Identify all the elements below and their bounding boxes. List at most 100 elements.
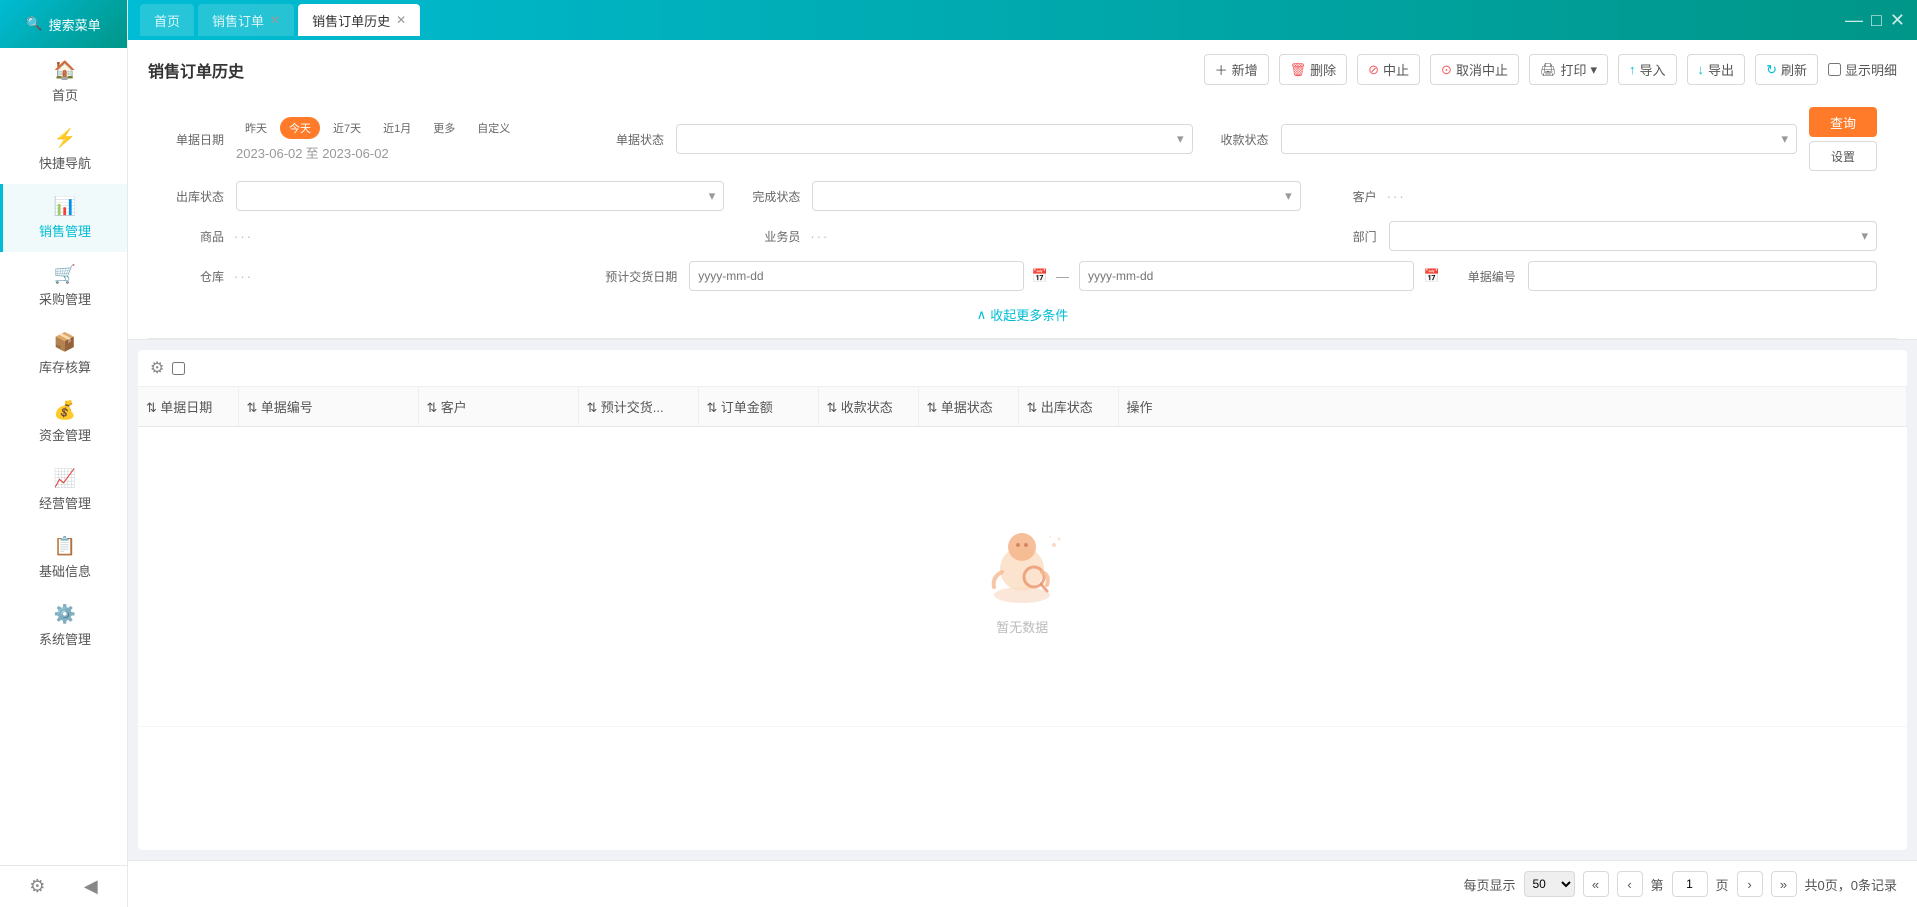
import-button[interactable]: ↑ 导入 (1618, 54, 1677, 85)
goods-selector[interactable]: ··· (230, 229, 257, 244)
new-icon: ＋ (1215, 60, 1228, 79)
tab-sales-order-history[interactable]: 销售订单历史 ✕ (298, 4, 420, 36)
tab-home[interactable]: 首页 (140, 4, 194, 36)
select-all-checkbox[interactable] (172, 362, 185, 375)
sort-bill-icon[interactable]: ⇅ (927, 400, 938, 415)
calendar-from-icon[interactable]: 📅 (1032, 268, 1048, 284)
first-page-button[interactable]: « (1583, 871, 1609, 897)
tab-home-label: 首页 (154, 11, 180, 30)
sort-payment-icon[interactable]: ⇅ (827, 400, 838, 415)
sidebar-item-finance[interactable]: 💰 资金管理 (0, 388, 127, 456)
display-toggle-label: 显示明细 (1845, 60, 1897, 79)
system-icon: ⚙️ (54, 604, 76, 625)
sidebar-item-basic-info-label: 基础信息 (39, 561, 91, 580)
calendar-to-icon[interactable]: 📅 (1424, 268, 1440, 284)
out-status-select[interactable]: ▾ (236, 181, 724, 211)
filter-payment-status: 收款状态 ▾ (1213, 124, 1798, 154)
print-button[interactable]: 🖨 打印 ▾ (1529, 54, 1608, 85)
sort-icon[interactable]: ⇅ (146, 400, 157, 415)
sidebar-item-system[interactable]: ⚙️ 系统管理 (0, 592, 127, 660)
filter-warehouse: 仓库 ··· (168, 268, 585, 285)
goods-label: 商品 (168, 228, 224, 245)
next-page-button[interactable]: › (1737, 871, 1763, 897)
col-amount: ⇅ 订单金额 (698, 387, 818, 427)
warehouse-selector[interactable]: ··· (230, 269, 257, 284)
query-button[interactable]: 查询 (1809, 107, 1877, 137)
sidebar-item-basic-info[interactable]: 📋 基础信息 (0, 524, 127, 592)
payment-status-label: 收款状态 (1213, 131, 1269, 148)
shortcut-7days[interactable]: 近7天 (324, 117, 370, 139)
table-settings-icon[interactable]: ⚙ (150, 358, 164, 378)
bill-status-select[interactable]: ▾ (676, 124, 1193, 154)
sort-amount-icon[interactable]: ⇅ (707, 400, 718, 415)
prev-page-button[interactable]: ‹ (1617, 871, 1643, 897)
settings-filter-button[interactable]: 设置 (1809, 141, 1877, 171)
complete-status-select[interactable]: ▾ (812, 181, 1300, 211)
customer-selector[interactable]: ··· (1383, 189, 1410, 204)
sidebar-item-home[interactable]: 🏠 首页 (0, 48, 127, 116)
sidebar-item-purchase[interactable]: 🛒 采购管理 (0, 252, 127, 320)
import-label: 导入 (1640, 60, 1666, 79)
refresh-button[interactable]: ↻ 刷新 (1755, 54, 1818, 85)
shortcut-yesterday[interactable]: 昨天 (236, 117, 276, 139)
department-select[interactable]: ▾ (1389, 221, 1877, 251)
sort-customer-icon[interactable]: ⇅ (427, 400, 438, 415)
shortcut-today[interactable]: 今天 (280, 117, 320, 139)
col-out-status: ⇅ 出库状态 (1018, 387, 1118, 427)
delivery-date-from[interactable] (689, 261, 1024, 291)
window-min-icon[interactable]: — (1845, 10, 1863, 31)
collapse-label: 收起更多条件 (990, 305, 1068, 324)
sort-out-icon[interactable]: ⇅ (1027, 400, 1038, 415)
shortcut-1month[interactable]: 近1月 (374, 117, 420, 139)
last-page-button[interactable]: » (1771, 871, 1797, 897)
main-area: 首页 销售订单 ✕ 销售订单历史 ✕ — □ ✕ 销售订单历史 ＋ 新增 (128, 0, 1917, 907)
tab-sales-order-history-close[interactable]: ✕ (396, 13, 406, 27)
content-area: 销售订单历史 ＋ 新增 🗑 删除 ⊘ 中止 ⊙ (128, 40, 1917, 907)
bill-number-input[interactable] (1528, 261, 1877, 291)
col-number: ⇅ 单据编号 (238, 387, 418, 427)
export-button[interactable]: ↓ 导出 (1687, 54, 1746, 85)
sidebar-item-quick-nav[interactable]: ⚡ 快捷导航 (0, 116, 127, 184)
shortcut-more[interactable]: 更多 (424, 117, 464, 139)
sort-delivery-icon[interactable]: ⇅ (587, 400, 598, 415)
col-delivery: ⇅ 预计交货... (578, 387, 698, 427)
new-button[interactable]: ＋ 新增 (1204, 54, 1269, 85)
delete-button[interactable]: 🗑 删除 (1279, 54, 1348, 85)
search-menu-button[interactable]: 🔍 搜索菜单 (0, 0, 127, 48)
sidebar-item-operations[interactable]: 📈 经营管理 (0, 456, 127, 524)
filter-row-1: 单据日期 昨天 今天 近7天 近1月 更多 自定义 2023 (168, 107, 1877, 171)
date-range-text: 2023-06-02 至 2023-06-02 (236, 143, 519, 162)
operations-icon: 📈 (54, 468, 76, 489)
shortcut-custom[interactable]: 自定义 (468, 117, 519, 139)
page-size-label: 每页显示 (1463, 875, 1515, 894)
collapse-filter-button[interactable]: ∧ 收起更多条件 (168, 301, 1877, 328)
search-icon: 🔍 (26, 16, 42, 32)
display-toggle-checkbox[interactable] (1828, 63, 1841, 76)
filter-delivery-date: 预计交货日期 📅 — 📅 (605, 261, 1440, 291)
delivery-date-to[interactable] (1079, 261, 1414, 291)
salesperson-selector[interactable]: ··· (806, 229, 833, 244)
settings-bottom-icon[interactable]: ⚙ (29, 876, 45, 897)
col-customer: ⇅ 客户 (418, 387, 578, 427)
empty-state-cell: 暂无数据 (138, 427, 1907, 727)
tab-sales-order-close[interactable]: ✕ (270, 13, 280, 27)
sort-number-icon[interactable]: ⇅ (247, 400, 258, 415)
sidebar-item-sales[interactable]: 📊 销售管理 (0, 184, 127, 252)
sidebar-item-home-label: 首页 (52, 85, 78, 104)
bill-status-label: 单据状态 (608, 131, 664, 148)
stop-button[interactable]: ⊘ 中止 (1357, 54, 1420, 85)
sidebar-item-finance-label: 资金管理 (39, 425, 91, 444)
table-toolbar: ⚙ (138, 350, 1907, 387)
collapse-sidebar-icon[interactable]: ◀ (84, 876, 98, 897)
tab-sales-order[interactable]: 销售订单 ✕ (198, 4, 294, 36)
payment-status-select[interactable]: ▾ (1281, 124, 1798, 154)
payment-status-chevron: ▾ (1781, 131, 1788, 147)
window-close-icon[interactable]: ✕ (1890, 10, 1905, 31)
window-max-icon[interactable]: □ (1871, 10, 1882, 31)
page-size-select[interactable]: 10 20 50 100 (1524, 871, 1575, 897)
page-number-input[interactable] (1672, 871, 1708, 897)
cancel-stop-button[interactable]: ⊙ 取消中止 (1430, 54, 1519, 85)
cancel-stop-icon: ⊙ (1441, 62, 1452, 78)
display-toggle[interactable]: 显示明细 (1828, 60, 1897, 79)
sidebar-item-inventory[interactable]: 📦 库存核算 (0, 320, 127, 388)
